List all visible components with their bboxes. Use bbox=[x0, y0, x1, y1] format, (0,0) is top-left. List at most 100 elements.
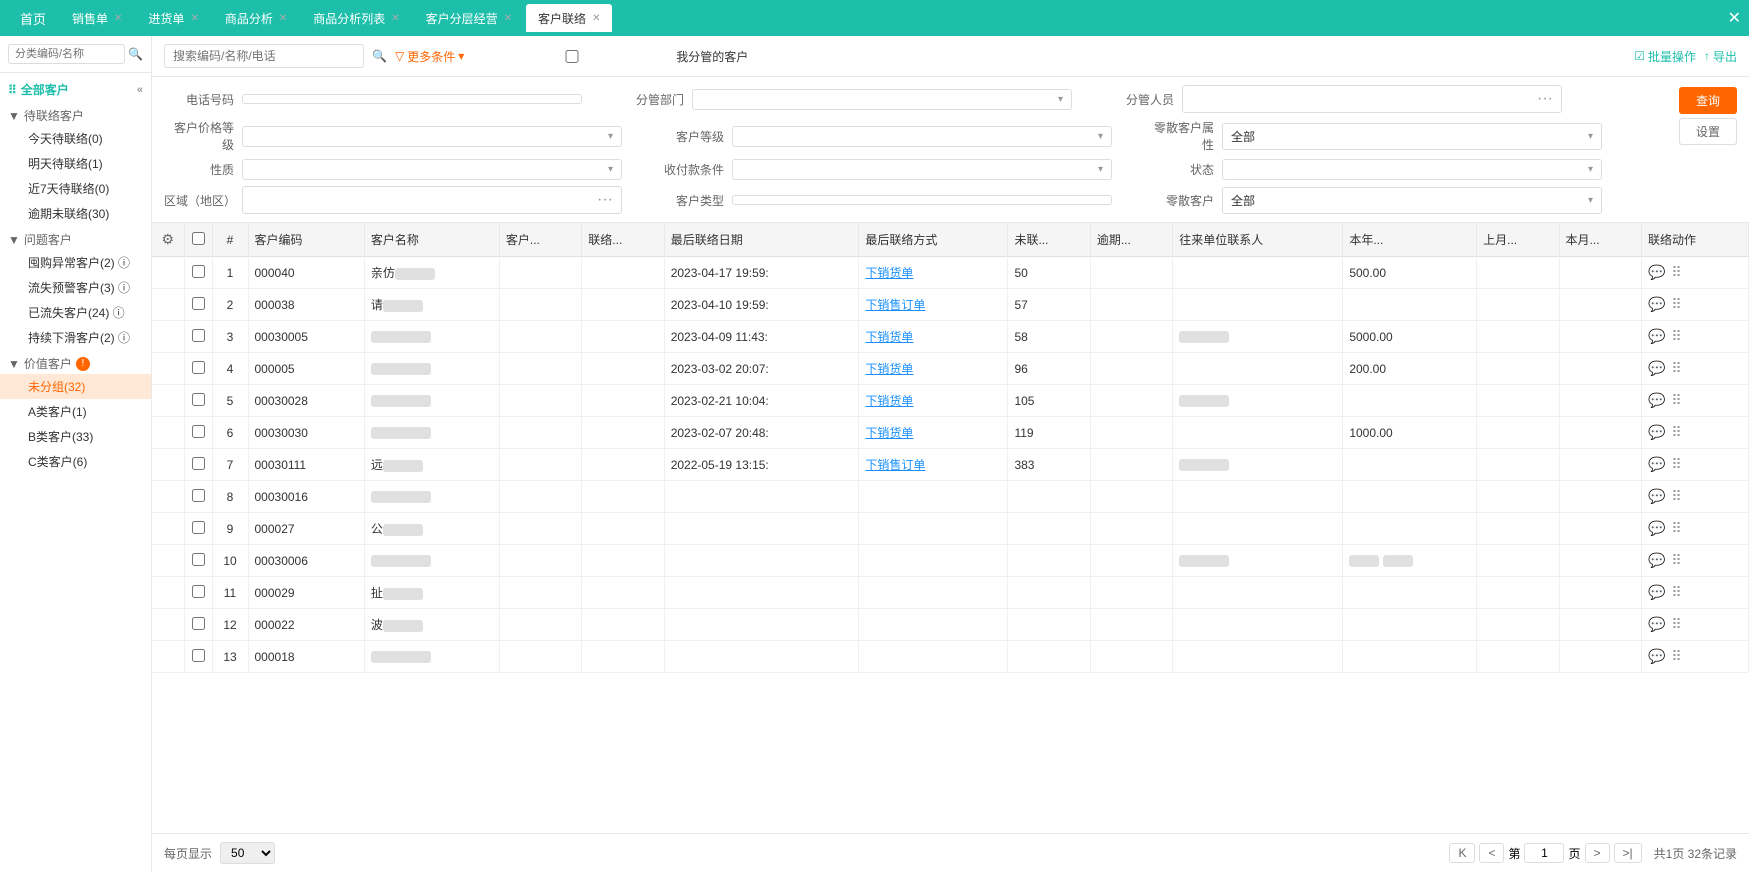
row-checkbox[interactable] bbox=[192, 361, 205, 374]
nav-tab-purchase[interactable]: 进货单 ✕ bbox=[136, 4, 210, 32]
nav-tab-customer-contact[interactable]: 客户联络 ✕ bbox=[526, 4, 612, 32]
grid-action-icon[interactable]: ⠿ bbox=[1671, 392, 1681, 409]
filter-nature-select[interactable]: ▾ bbox=[242, 159, 622, 180]
row-checkbox[interactable] bbox=[192, 425, 205, 438]
row-checkbox[interactable] bbox=[192, 265, 205, 278]
col-this-month[interactable]: 本月... bbox=[1559, 223, 1641, 257]
row-checkbox[interactable] bbox=[192, 393, 205, 406]
row-check[interactable] bbox=[184, 449, 212, 481]
message-icon[interactable]: 💬 bbox=[1648, 456, 1665, 473]
grid-action-icon[interactable]: ⠿ bbox=[1671, 456, 1681, 473]
sidebar-item-class-c[interactable]: C类客户(6) bbox=[0, 449, 151, 474]
grid-action-icon[interactable]: ⠿ bbox=[1671, 616, 1681, 633]
col-this-year[interactable]: 本年... bbox=[1343, 223, 1477, 257]
my-customers-checkbox[interactable] bbox=[472, 50, 672, 63]
sidebar-item-hoard-anomaly[interactable]: 囤购异常客户(2) ⓘ bbox=[0, 250, 151, 275]
page-size-select[interactable]: 50 100 200 bbox=[220, 842, 275, 864]
last-method-link[interactable]: 下销货单 bbox=[865, 266, 913, 280]
export-btn[interactable]: ↑ 导出 bbox=[1704, 48, 1737, 65]
filter-retail-cust-select[interactable]: 全部 ▾ bbox=[1222, 187, 1602, 214]
row-check[interactable] bbox=[184, 545, 212, 577]
row-check[interactable] bbox=[184, 321, 212, 353]
message-icon[interactable]: 💬 bbox=[1648, 488, 1665, 505]
grid-action-icon[interactable]: ⠿ bbox=[1671, 264, 1681, 281]
prev-page-btn[interactable]: < bbox=[1479, 843, 1504, 863]
nav-tab-product-analysis[interactable]: 商品分析 ✕ bbox=[213, 4, 299, 32]
filter-customer-tier-select[interactable]: ▾ bbox=[732, 126, 1112, 147]
first-page-btn[interactable]: K bbox=[1449, 843, 1475, 863]
row-check[interactable] bbox=[184, 641, 212, 673]
filter-status-select[interactable]: ▾ bbox=[1222, 159, 1602, 180]
message-icon[interactable]: 💬 bbox=[1648, 584, 1665, 601]
row-check[interactable] bbox=[184, 353, 212, 385]
sidebar-all-customers[interactable]: ⠿ 全部客户 « bbox=[0, 73, 151, 102]
row-checkbox[interactable] bbox=[192, 297, 205, 310]
next-page-btn[interactable]: > bbox=[1585, 843, 1610, 863]
filter-cust-type-input[interactable] bbox=[732, 195, 1112, 205]
filter-payment-select[interactable]: ▾ bbox=[732, 159, 1112, 180]
sidebar-item-today[interactable]: 今天待联络(0) bbox=[0, 126, 151, 151]
row-check[interactable] bbox=[184, 481, 212, 513]
last-page-btn[interactable]: >| bbox=[1614, 843, 1642, 863]
sidebar-item-class-a[interactable]: A类客户(1) bbox=[0, 399, 151, 424]
grid-action-icon[interactable]: ⠿ bbox=[1671, 360, 1681, 377]
message-icon[interactable]: 💬 bbox=[1648, 296, 1665, 313]
more-conditions-btn[interactable]: ▽ 更多条件 ▾ bbox=[395, 48, 464, 65]
message-icon[interactable]: 💬 bbox=[1648, 264, 1665, 281]
message-icon[interactable]: 💬 bbox=[1648, 648, 1665, 665]
row-check[interactable] bbox=[184, 385, 212, 417]
filter-dept-select[interactable]: ▾ bbox=[692, 89, 1072, 110]
col-unit-contact[interactable]: 往来单位联系人 bbox=[1173, 223, 1343, 257]
filter-price-tier-select[interactable]: ▾ bbox=[242, 126, 622, 147]
last-method-link[interactable]: 下销货单 bbox=[865, 426, 913, 440]
col-customer-name[interactable]: 客户名称 bbox=[364, 223, 499, 257]
message-icon[interactable]: 💬 bbox=[1648, 520, 1665, 537]
message-icon[interactable]: 💬 bbox=[1648, 328, 1665, 345]
col-customer-code[interactable]: 客户编码 bbox=[248, 223, 364, 257]
sidebar-item-ungrouped[interactable]: 未分组(32) bbox=[0, 374, 151, 399]
col-setting[interactable]: ⚙ bbox=[152, 223, 184, 257]
dots-icon[interactable]: ··· bbox=[597, 191, 613, 209]
sidebar-item-7days[interactable]: 近7天待联络(0) bbox=[0, 176, 151, 201]
row-check[interactable] bbox=[184, 577, 212, 609]
sidebar-item-overdue[interactable]: 逾期未联络(30) bbox=[0, 201, 151, 226]
filter-phone-input[interactable] bbox=[242, 94, 582, 104]
batch-op-btn[interactable]: ☑ 批量操作 bbox=[1634, 48, 1696, 65]
close-icon[interactable]: ✕ bbox=[504, 13, 512, 24]
row-checkbox[interactable] bbox=[192, 585, 205, 598]
sidebar-search-button[interactable]: 🔍 bbox=[128, 47, 143, 61]
close-icon[interactable]: ✕ bbox=[114, 13, 122, 24]
col-check[interactable] bbox=[184, 223, 212, 257]
gear-icon[interactable]: ⚙ bbox=[161, 231, 174, 247]
grid-action-icon[interactable]: ⠿ bbox=[1671, 488, 1681, 505]
last-method-link[interactable]: 下销货单 bbox=[865, 330, 913, 344]
col-overdue[interactable]: 逾期... bbox=[1090, 223, 1172, 257]
grid-action-icon[interactable]: ⠿ bbox=[1671, 552, 1681, 569]
grid-action-icon[interactable]: ⠿ bbox=[1671, 424, 1681, 441]
row-checkbox[interactable] bbox=[192, 553, 205, 566]
filter-manager-input[interactable]: ··· bbox=[1182, 85, 1562, 113]
last-method-link[interactable]: 下销售订单 bbox=[865, 458, 925, 472]
collapse-icon[interactable]: « bbox=[137, 84, 143, 96]
sidebar-group-value[interactable]: ▼ 价值客户 ! bbox=[0, 350, 151, 374]
nav-tab-product-list[interactable]: 商品分析列表 ✕ bbox=[301, 4, 411, 32]
sidebar-group-problem[interactable]: ▼ 问题客户 bbox=[0, 226, 151, 250]
sidebar-item-churned[interactable]: 已流失客户(24) ⓘ bbox=[0, 300, 151, 325]
col-last-date[interactable]: 最后联络日期 bbox=[664, 223, 859, 257]
grid-action-icon[interactable]: ⠿ bbox=[1671, 328, 1681, 345]
close-icon[interactable]: ✕ bbox=[391, 13, 399, 24]
query-button[interactable]: 查询 bbox=[1679, 87, 1737, 114]
row-checkbox[interactable] bbox=[192, 329, 205, 342]
page-input[interactable] bbox=[1524, 843, 1564, 863]
row-checkbox[interactable] bbox=[192, 457, 205, 470]
my-customers-checkbox-label[interactable]: 我分管的客户 bbox=[472, 48, 748, 65]
grid-action-icon[interactable]: ⠿ bbox=[1671, 520, 1681, 537]
col-not-contact[interactable]: 未联... bbox=[1008, 223, 1090, 257]
search-icon[interactable]: 🔍 bbox=[372, 49, 387, 63]
message-icon[interactable]: 💬 bbox=[1648, 552, 1665, 569]
search-input[interactable] bbox=[164, 44, 364, 68]
dots-icon[interactable]: ··· bbox=[1537, 90, 1553, 108]
nav-home[interactable]: 首页 bbox=[8, 4, 58, 32]
select-all-checkbox[interactable] bbox=[192, 232, 205, 245]
sidebar-item-class-b[interactable]: B类客户(33) bbox=[0, 424, 151, 449]
